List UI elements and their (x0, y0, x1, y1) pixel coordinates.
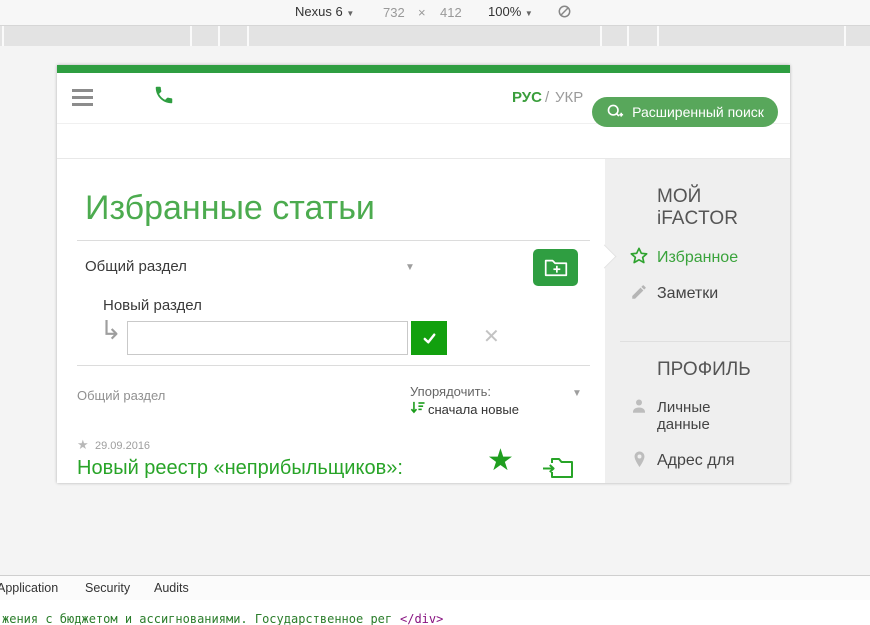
advanced-search-label: Расширенный поиск (632, 104, 764, 120)
device-viewport: РУС / УКР Расширенный поиск Избранные ст… (57, 65, 790, 483)
tab-application[interactable]: Application (0, 581, 58, 595)
lang-separator: / (545, 89, 550, 106)
section-dropdown[interactable]: Общий раздел (85, 258, 187, 275)
advanced-search-button[interactable]: Расширенный поиск (592, 97, 778, 127)
site-header: РУС / УКР Расширенный поиск (57, 73, 790, 127)
article-link[interactable]: Новый реестр «неприбыльщиков»: (77, 457, 403, 480)
sub-item-arrow-icon: ↳ (100, 315, 122, 345)
ruler-divider (627, 26, 629, 46)
sidebar-heading-my: МОЙ iFACTOR (657, 186, 738, 229)
chevron-down-icon: ▼ (524, 9, 533, 18)
ruler-divider (247, 26, 249, 46)
ruler-divider (600, 26, 602, 46)
chevron-down-icon: ▼ (346, 9, 355, 18)
sidebar-divider (620, 341, 790, 342)
favorite-star-icon[interactable]: ★ (487, 446, 514, 476)
tab-audits[interactable]: Audits (154, 581, 189, 595)
folder-plus-icon (544, 258, 568, 277)
ruler-divider (657, 26, 659, 46)
sidebar-item-notes[interactable]: Заметки (657, 285, 718, 303)
elements-text-node[interactable]: жения с бюджетом и ассигнованиями. Госуд… (2, 612, 392, 625)
sidebar-item-address[interactable]: Адрес для (657, 452, 735, 469)
move-to-folder-icon[interactable] (541, 455, 574, 483)
add-folder-button[interactable] (533, 249, 578, 286)
lang-rus-link[interactable]: РУС (512, 89, 542, 106)
ruler-divider (218, 26, 220, 46)
active-item-notch (592, 244, 617, 269)
elements-closing-tag[interactable]: </div> (400, 612, 443, 625)
search-plus-icon (606, 103, 625, 122)
sidebar-item-personal-data[interactable]: Личные данные (657, 399, 710, 433)
sidebar-heading-profile: ПРОФИЛЬ (657, 359, 751, 380)
ruler-divider (2, 26, 4, 46)
new-section-label: Новый раздел (103, 297, 202, 314)
tab-security[interactable]: Security (85, 581, 130, 595)
page-title: Избранные статьи (85, 189, 375, 227)
phone-icon[interactable] (153, 84, 175, 111)
check-icon (421, 330, 438, 347)
media-query-ruler (0, 26, 870, 46)
devtools-elements-pane: жения с бюджетом и ассигнованиями. Госуд… (0, 600, 870, 625)
viewport-height-field[interactable]: 412 (440, 5, 462, 20)
sort-label: Упорядочить: (410, 384, 491, 399)
list-section-label: Общий раздел (77, 388, 166, 403)
ruler-divider (844, 26, 846, 46)
sidebar: МОЙ iFACTOR Избранное Заметки ПРОФИЛЬ Ли… (592, 159, 790, 483)
lang-ukr-link[interactable]: УКР (555, 89, 583, 106)
new-section-input[interactable] (127, 321, 408, 355)
confirm-section-button[interactable] (411, 321, 447, 355)
person-icon (630, 397, 648, 420)
devtools-panel-tabs: Application Security Audits (0, 575, 870, 601)
rotate-device-icon[interactable] (558, 5, 571, 23)
sort-dropdown[interactable]: сначала новые (428, 402, 519, 417)
devtools-device-toolbar: Nexus 6 ▼ 732 × 412 100% ▼ (0, 0, 870, 26)
star-outline-icon (629, 246, 649, 271)
viewport-width-field[interactable]: 732 (383, 5, 405, 20)
date-star-icon: ★ (77, 437, 89, 452)
device-selector[interactable]: Nexus 6 ▼ (295, 4, 354, 19)
article-date: 29.09.2016 (95, 440, 151, 452)
cancel-section-button[interactable]: ✕ (477, 323, 506, 350)
divider (77, 365, 590, 366)
sort-descending-icon (410, 400, 425, 420)
location-pin-icon (631, 450, 648, 475)
divider (77, 240, 590, 241)
site-brand-stripe (57, 65, 790, 73)
screenshot-stage: Nexus 6 ▼ 732 × 412 100% ▼ РУС / УКР Рас… (0, 0, 870, 625)
ruler-divider (190, 26, 192, 46)
dimension-separator: × (418, 5, 426, 20)
zoom-selector[interactable]: 100% ▼ (488, 4, 533, 19)
chevron-down-icon[interactable]: ▼ (572, 388, 582, 399)
device-selector-label: Nexus 6 (295, 4, 343, 19)
zoom-selector-label: 100% (488, 4, 522, 19)
chevron-down-icon[interactable]: ▼ (405, 262, 415, 273)
pencil-icon (630, 283, 648, 306)
hamburger-menu-icon[interactable] (72, 89, 93, 110)
sidebar-item-favorites[interactable]: Избранное (657, 249, 738, 267)
